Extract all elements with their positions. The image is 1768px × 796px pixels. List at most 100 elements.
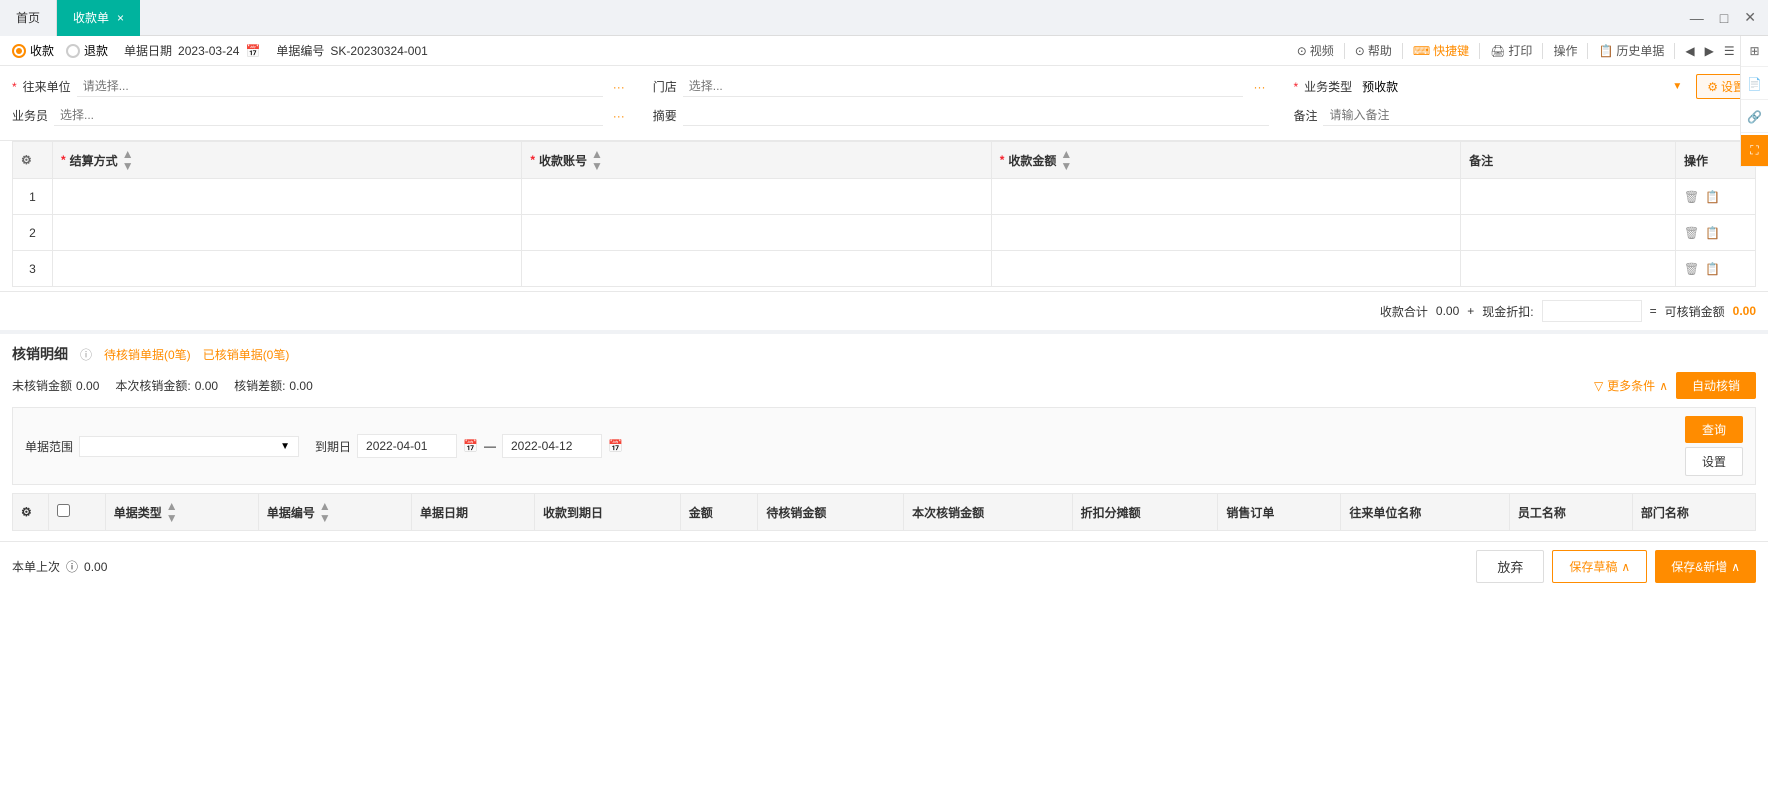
receipt-tab[interactable]: 收款单 × (57, 0, 140, 36)
delete-row-icon[interactable]: 🗑 (1684, 226, 1699, 240)
summary-label: 摘要 (653, 107, 677, 124)
current-bill-info-icon[interactable]: ⓘ (66, 558, 78, 575)
print-btn[interactable]: 🖨 打印 (1490, 42, 1532, 59)
row-num: 3 (13, 251, 53, 287)
no-label: 单据编号 (276, 42, 324, 59)
note-cell[interactable] (1461, 179, 1676, 215)
amount-cell[interactable] (991, 251, 1460, 287)
note-input[interactable] (1323, 105, 1756, 126)
auto-writeoff-btn[interactable]: 自动核销 (1676, 372, 1756, 399)
print-icon: 🖨 (1490, 44, 1505, 58)
note-cell[interactable] (1461, 251, 1676, 287)
close-tab-icon[interactable]: × (117, 11, 124, 25)
amount-cell[interactable] (991, 179, 1460, 215)
account-col: * 收款账号 ▲▼ (522, 142, 991, 179)
abandon-button[interactable]: 放弃 (1476, 550, 1544, 583)
pending-tab[interactable]: 待核销单据(0笔) (104, 346, 191, 363)
doc-date-col: 单据日期 (411, 494, 534, 531)
current-value: 0.00 (195, 379, 218, 393)
home-tab[interactable]: 首页 (0, 0, 57, 36)
chevron-up-icon: ∧ (1659, 379, 1668, 393)
account-col-label: 收款账号 (539, 152, 587, 169)
writeoff-info-icon[interactable]: ⓘ (80, 346, 92, 363)
store-more-btn[interactable]: ··· (1249, 80, 1269, 94)
note-cell[interactable] (1461, 215, 1676, 251)
save-new-chevron[interactable]: ∧ (1731, 560, 1740, 574)
table-gear-icon[interactable]: ⚙ (21, 505, 32, 519)
range-chevron: ▼ (280, 441, 290, 452)
ops-btn[interactable]: 操作 (1553, 42, 1577, 59)
partner-input[interactable] (77, 76, 603, 97)
refund-radio[interactable]: 退款 (66, 42, 108, 59)
save-draft-button[interactable]: 保存草稿 ∧ (1552, 550, 1647, 583)
query-btn[interactable]: 查询 (1685, 416, 1743, 443)
refund-radio-dot (66, 44, 80, 58)
date-range-dash: — (484, 439, 496, 453)
discount-input[interactable] (1542, 300, 1642, 322)
date-to-input[interactable] (502, 434, 602, 458)
history-btn[interactable]: 📋 历史单据 (1598, 42, 1664, 59)
delete-row-icon[interactable]: 🗑 (1684, 262, 1699, 276)
store-input[interactable] (683, 76, 1244, 97)
biz-type-dropdown[interactable]: ▼ (1672, 81, 1682, 92)
writeoff-right: ▽ 更多条件 ∧ 自动核销 (1594, 372, 1756, 399)
copy-row-icon[interactable]: 📋 (1705, 262, 1720, 276)
table-gear-icon[interactable]: ⚙ (21, 153, 32, 167)
help-btn[interactable]: ⊙ 帮助 (1355, 42, 1392, 59)
footer-right: 放弃 保存草稿 ∧ 保存&新增 ∧ (1476, 550, 1756, 583)
select-all-checkbox[interactable] (57, 504, 70, 517)
account-cell[interactable] (522, 251, 991, 287)
settings-col: ⚙ (13, 142, 53, 179)
diff-label: 核销差额: (234, 377, 285, 394)
save-draft-chevron[interactable]: ∧ (1621, 560, 1630, 574)
prev-btn[interactable]: ◀ (1685, 44, 1694, 58)
method-cell[interactable] (53, 251, 522, 287)
more-conditions-btn[interactable]: ▽ 更多条件 ∧ (1594, 377, 1668, 394)
copy-row-icon[interactable]: 📋 (1705, 226, 1720, 240)
delete-row-icon[interactable]: 🗑 (1684, 190, 1699, 204)
save-new-button[interactable]: 保存&新增 ∧ (1655, 550, 1756, 583)
writeoff-title: 核销明细 (12, 344, 68, 364)
date-from-input[interactable] (357, 434, 457, 458)
staff-input[interactable] (54, 105, 603, 126)
done-tab[interactable]: 已核销单据(0笔) (203, 346, 290, 363)
partner-more-btn[interactable]: ··· (609, 80, 629, 94)
doc-type-sort[interactable]: ▲▼ (166, 500, 178, 524)
doc-no-sort[interactable]: ▲▼ (319, 500, 331, 524)
filter-settings-btn[interactable]: 设置 (1685, 447, 1743, 476)
summary-input[interactable] (683, 105, 1270, 126)
shortcut-icon: ⌨ (1413, 44, 1430, 58)
account-sort-icon[interactable]: ▲▼ (591, 148, 603, 172)
no-value: SK-20230324-001 (330, 44, 427, 58)
required-mark: * (12, 80, 17, 94)
amount-sort-icon[interactable]: ▲▼ (1060, 148, 1072, 172)
video-btn[interactable]: ⊙ 视频 (1297, 42, 1334, 59)
staff-more-btn[interactable]: ··· (609, 109, 629, 123)
account-cell[interactable] (522, 179, 991, 215)
method-cell[interactable] (53, 215, 522, 251)
total-value: 0.00 (1436, 304, 1459, 318)
range-select[interactable]: ▼ (79, 436, 299, 457)
window-close-button[interactable]: ✕ (1740, 9, 1760, 26)
panel-link-icon[interactable]: 🔗 (1741, 102, 1768, 133)
receipt-radio[interactable]: 收款 (12, 42, 54, 59)
calendar-from-icon[interactable]: 📅 (463, 439, 478, 453)
calendar-to-icon[interactable]: 📅 (608, 439, 623, 453)
amount-col: 金额 (680, 494, 758, 531)
panel-doc-icon[interactable]: 📄 (1741, 69, 1768, 100)
list-view-btn[interactable]: ☰ (1724, 44, 1735, 58)
minimize-button[interactable]: — (1686, 10, 1708, 26)
maximize-button[interactable]: □ (1716, 10, 1732, 26)
account-cell[interactable] (522, 215, 991, 251)
copy-row-icon[interactable]: 📋 (1705, 190, 1720, 204)
due-date-label: 到期日 (315, 438, 351, 455)
shortcut-btn[interactable]: ⌨ 快捷键 (1413, 42, 1469, 59)
panel-table-icon[interactable]: ⊞ (1741, 36, 1768, 67)
method-sort-icon[interactable]: ▲▼ (122, 148, 134, 172)
panel-screen-icon[interactable]: ⛶ (1741, 135, 1768, 167)
divider (1674, 43, 1675, 59)
calendar-icon[interactable]: 📅 (245, 44, 260, 58)
amount-cell[interactable] (991, 215, 1460, 251)
next-btn[interactable]: ▶ (1705, 44, 1714, 58)
method-cell[interactable] (53, 179, 522, 215)
